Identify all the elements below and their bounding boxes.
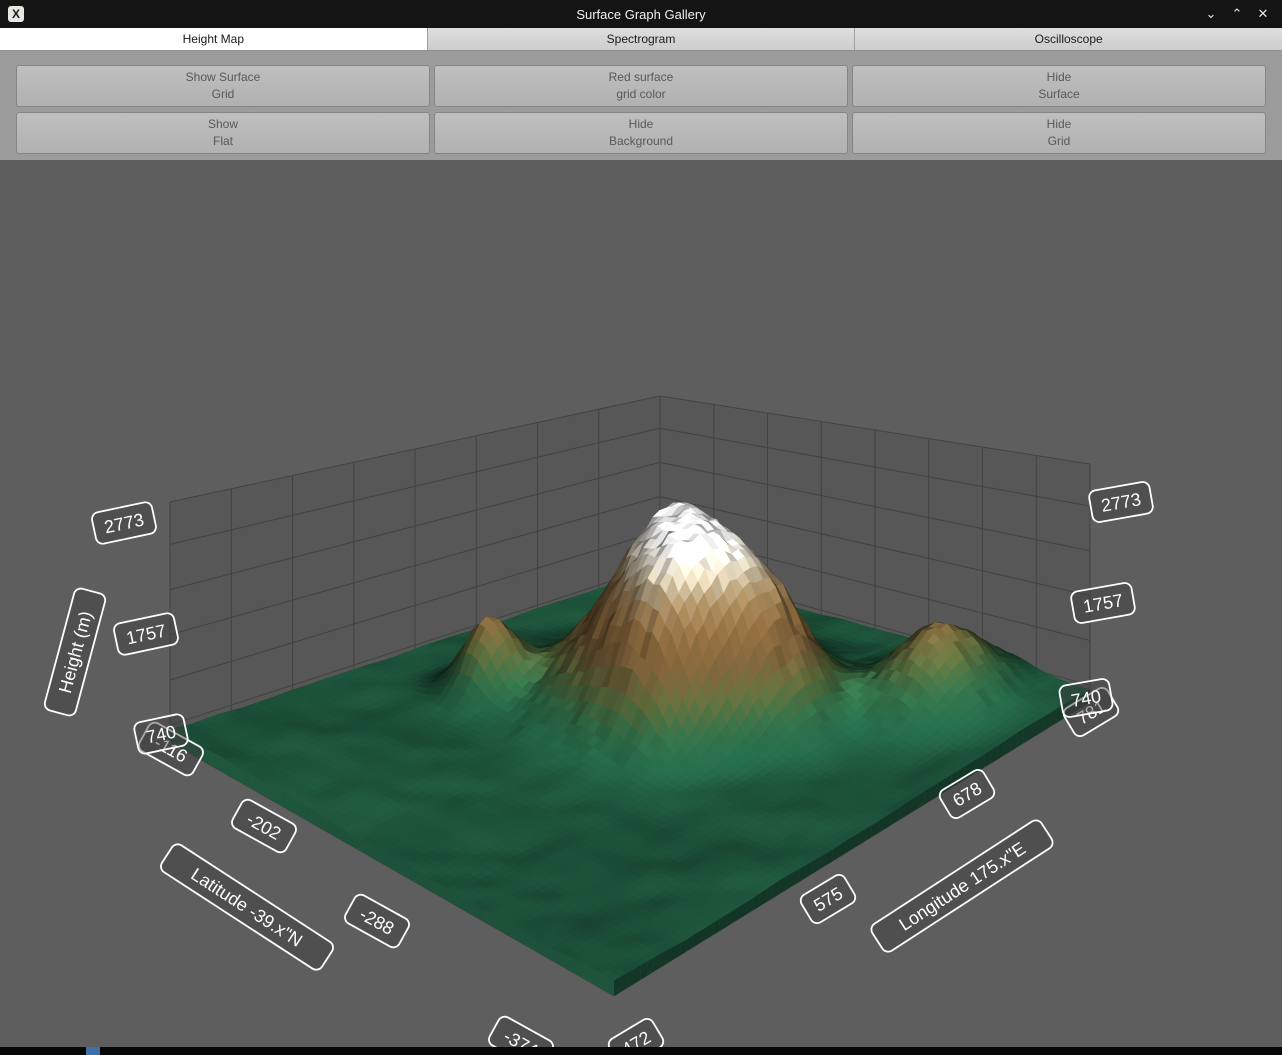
taskbar-accent[interactable] xyxy=(86,1047,100,1055)
button-label-line: Hide xyxy=(629,116,654,133)
button-label-line: Hide xyxy=(1047,116,1072,133)
show-flat-button[interactable]: Show Flat xyxy=(16,112,430,154)
toolbar: Show Surface Grid Red surface grid color… xyxy=(0,51,1282,160)
button-label-line: Grid xyxy=(1048,133,1071,150)
tab-spectrogram[interactable]: Spectrogram xyxy=(428,28,856,50)
hide-grid-button[interactable]: Hide Grid xyxy=(852,112,1266,154)
button-label-line: Background xyxy=(609,133,673,150)
button-label-line: Flat xyxy=(213,133,233,150)
window-maximize-button[interactable]: ⌃ xyxy=(1228,5,1246,23)
button-label-line: Show Surface xyxy=(186,69,261,86)
button-label-line: Surface xyxy=(1038,86,1079,103)
hide-background-button[interactable]: Hide Background xyxy=(434,112,848,154)
title-bar: X Surface Graph Gallery ⌄ ⌃ ✕ xyxy=(0,0,1282,28)
surface-plot-view[interactable]: 781-1162773175774027731757740-202-288-37… xyxy=(0,160,1282,1047)
surface-plot-canvas[interactable]: 781-1162773175774027731757740-202-288-37… xyxy=(0,160,1282,1047)
window-title: Surface Graph Gallery xyxy=(0,7,1282,22)
button-label-line: grid color xyxy=(616,86,665,103)
tab-height-map[interactable]: Height Map xyxy=(0,28,428,50)
button-label-line: Grid xyxy=(212,86,235,103)
window-close-button[interactable]: ✕ xyxy=(1254,5,1272,23)
window-minimize-button[interactable]: ⌄ xyxy=(1202,5,1220,23)
button-label-line: Show xyxy=(208,116,238,133)
taskbar-strip xyxy=(0,1047,1282,1055)
show-surface-grid-button[interactable]: Show Surface Grid xyxy=(16,65,430,107)
window-controls: ⌄ ⌃ ✕ xyxy=(1202,5,1282,23)
app-icon: X xyxy=(8,6,24,22)
button-label-line: Red surface xyxy=(609,69,674,86)
hide-surface-button[interactable]: Hide Surface xyxy=(852,65,1266,107)
button-label-line: Hide xyxy=(1047,69,1072,86)
surface-grid-color-button[interactable]: Red surface grid color xyxy=(434,65,848,107)
tab-bar: Height Map Spectrogram Oscilloscope xyxy=(0,28,1282,51)
application-window: X Surface Graph Gallery ⌄ ⌃ ✕ Height Map… xyxy=(0,0,1282,1055)
tab-oscilloscope[interactable]: Oscilloscope xyxy=(855,28,1282,50)
